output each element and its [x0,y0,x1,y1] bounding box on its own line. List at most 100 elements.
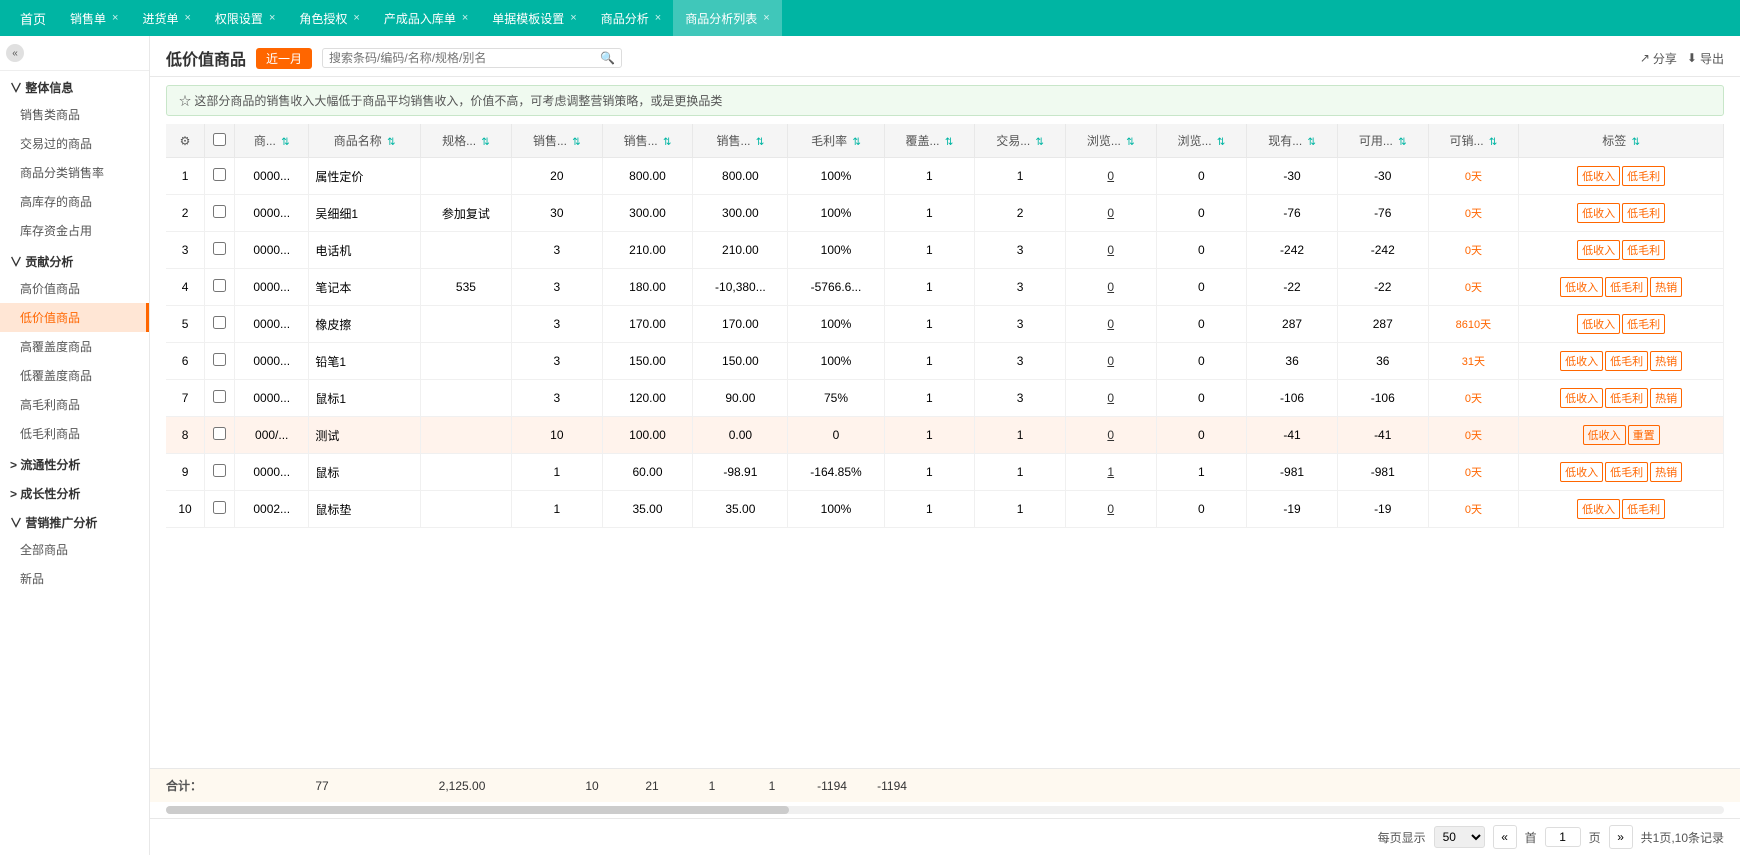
row-checkbox[interactable] [213,168,226,181]
sidebar-item-all-products[interactable]: 全部商品 [0,535,149,564]
row-checkbox[interactable] [213,279,226,292]
sidebar-item-sales-category[interactable]: 销售类商品 [0,100,149,129]
close-icon[interactable]: × [112,12,118,24]
scrollbar-track[interactable] [166,806,1724,814]
row-checkbox-cell[interactable] [205,232,235,269]
close-icon[interactable]: × [353,12,359,24]
browse-link[interactable]: 0 [1107,280,1114,294]
row-browse1[interactable]: 0 [1065,195,1156,232]
sidebar-collapse-btn[interactable]: « [6,44,24,62]
row-checkbox[interactable] [213,316,226,329]
row-browse1[interactable]: 1 [1065,454,1156,491]
row-browse1[interactable]: 0 [1065,417,1156,454]
col-spec[interactable]: 规格... ⇅ [420,124,511,158]
col-sale1[interactable]: 销售... ⇅ [511,124,602,158]
browse-link[interactable]: 0 [1107,169,1114,183]
nav-sales-order[interactable]: 销售单 × [58,0,130,36]
close-icon[interactable]: × [763,12,769,24]
sidebar-group-overall[interactable]: ∨ 整体信息 [0,71,149,100]
browse-link[interactable]: 0 [1107,428,1114,442]
row-checkbox[interactable] [213,427,226,440]
row-checkbox-cell[interactable] [205,306,235,343]
col-browse2[interactable]: 浏览... ⇅ [1156,124,1247,158]
export-button[interactable]: ⬇ 导出 [1687,50,1724,67]
row-checkbox-cell[interactable] [205,491,235,528]
row-checkbox[interactable] [213,390,226,403]
row-checkbox-cell[interactable] [205,417,235,454]
sidebar-item-low-value[interactable]: 低价值商品 [0,303,149,332]
page-number-input[interactable] [1545,827,1581,847]
nav-template[interactable]: 单据模板设置 × [480,0,588,36]
search-input[interactable] [329,51,600,65]
search-icon[interactable]: 🔍 [600,51,615,65]
row-checkbox[interactable] [213,464,226,477]
row-checkbox-cell[interactable] [205,269,235,306]
browse-link[interactable]: 0 [1107,243,1114,257]
nav-permission[interactable]: 权限设置 × [203,0,287,36]
browse-link[interactable]: 0 [1107,391,1114,405]
browse-link[interactable]: 0 [1107,206,1114,220]
sidebar-item-stock-capital[interactable]: 库存资金占用 [0,216,149,245]
row-checkbox[interactable] [213,205,226,218]
browse-link[interactable]: 1 [1107,465,1114,479]
row-checkbox[interactable] [213,353,226,366]
sidebar-group-marketing[interactable]: ∨ 营销推广分析 [0,506,149,535]
col-sale2[interactable]: 销售... ⇅ [602,124,693,158]
row-checkbox-cell[interactable] [205,343,235,380]
select-all-checkbox[interactable] [213,133,226,146]
close-icon[interactable]: × [462,12,468,24]
settings-icon[interactable]: ⚙ [180,134,191,148]
close-icon[interactable]: × [269,12,275,24]
row-browse1[interactable]: 0 [1065,491,1156,528]
sidebar-item-low-coverage[interactable]: 低覆盖度商品 [0,361,149,390]
row-browse1[interactable]: 0 [1065,269,1156,306]
scrollbar-thumb[interactable] [166,806,789,814]
table-container[interactable]: ⚙ 商... ⇅ 商品名称 ⇅ 规格... ⇅ 销售... ⇅ 销售... ⇅ … [150,124,1740,768]
sidebar-item-category-rate[interactable]: 商品分类销售率 [0,158,149,187]
col-settings[interactable]: ⚙ [166,124,205,158]
sidebar-item-high-stock[interactable]: 高库存的商品 [0,187,149,216]
browse-link[interactable]: 0 [1107,317,1114,331]
row-browse1[interactable]: 0 [1065,343,1156,380]
row-checkbox[interactable] [213,501,226,514]
row-browse1[interactable]: 0 [1065,306,1156,343]
col-code[interactable]: 商... ⇅ [235,124,309,158]
row-checkbox[interactable] [213,242,226,255]
sidebar-item-high-coverage[interactable]: 高覆盖度商品 [0,332,149,361]
col-avail[interactable]: 可用... ⇅ [1337,124,1428,158]
col-cover[interactable]: 覆盖... ⇅ [884,124,975,158]
sidebar-item-high-value[interactable]: 高价值商品 [0,274,149,303]
page-size-select[interactable]: 50 100 [1434,826,1485,848]
close-icon[interactable]: × [655,12,661,24]
col-sale3[interactable]: 销售... ⇅ [693,124,788,158]
nav-purchase-order[interactable]: 进货单 × [130,0,202,36]
share-button[interactable]: ↗ 分享 [1640,50,1677,67]
sidebar-item-high-profit[interactable]: 高毛利商品 [0,390,149,419]
row-checkbox-cell[interactable] [205,380,235,417]
browse-link[interactable]: 0 [1107,502,1114,516]
col-gross[interactable]: 毛利率 ⇅ [788,124,884,158]
close-icon[interactable]: × [570,12,576,24]
col-days[interactable]: 可销... ⇅ [1428,124,1519,158]
close-icon[interactable]: × [184,12,190,24]
col-browse1[interactable]: 浏览... ⇅ [1065,124,1156,158]
first-page-btn[interactable]: « [1493,825,1517,849]
browse-link[interactable]: 0 [1107,354,1114,368]
row-checkbox-cell[interactable] [205,454,235,491]
nav-role-auth[interactable]: 角色授权 × [287,0,371,36]
sidebar-group-flow[interactable]: > 流通性分析 [0,448,149,477]
next-page-btn[interactable]: » [1609,825,1633,849]
col-tags[interactable]: 标签 ⇅ [1519,124,1724,158]
filter-btn[interactable]: 近一月 [256,48,312,69]
nav-product-analysis-list[interactable]: 商品分析列表 × [673,0,781,36]
row-browse1[interactable]: 0 [1065,380,1156,417]
sidebar-group-growth[interactable]: > 成长性分析 [0,477,149,506]
col-stock[interactable]: 现有... ⇅ [1247,124,1338,158]
row-checkbox-cell[interactable] [205,158,235,195]
row-browse1[interactable]: 0 [1065,232,1156,269]
nav-product-stock[interactable]: 产成品入库单 × [372,0,480,36]
row-checkbox-cell[interactable] [205,195,235,232]
row-browse1[interactable]: 0 [1065,158,1156,195]
sidebar-item-traded[interactable]: 交易过的商品 [0,129,149,158]
sidebar-item-new-products[interactable]: 新品 [0,564,149,593]
